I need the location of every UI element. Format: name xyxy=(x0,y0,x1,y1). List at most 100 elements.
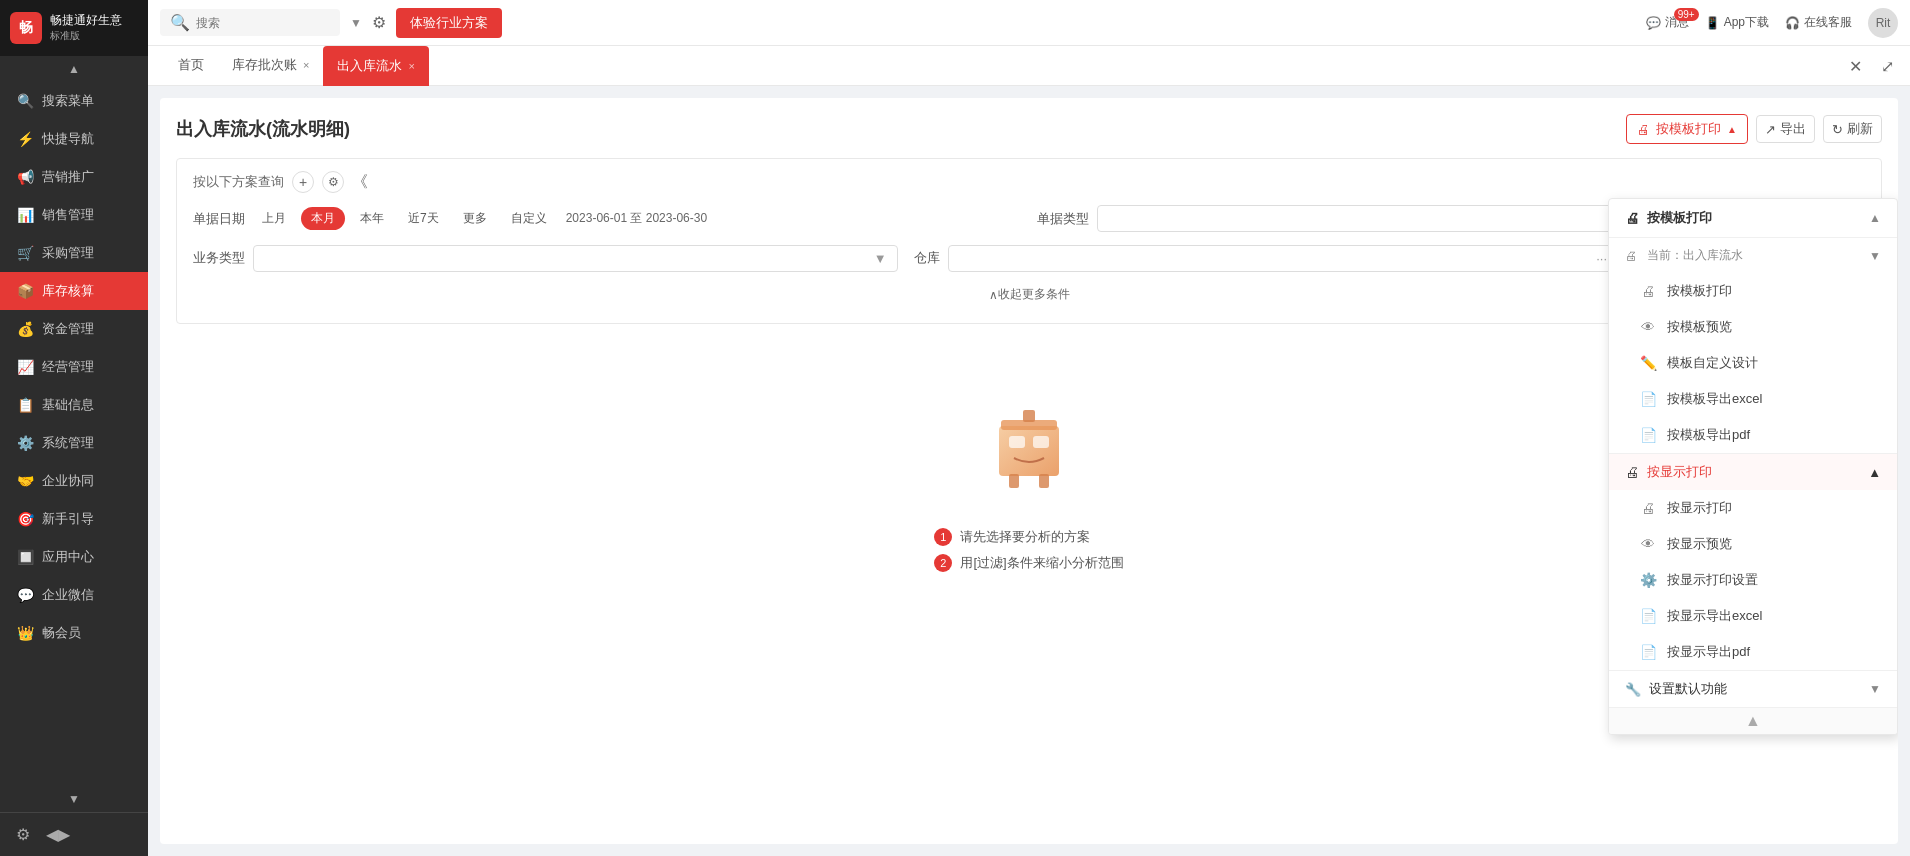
sidebar-item-system[interactable]: ⚙️ 系统管理 xyxy=(0,424,148,462)
basic-icon: 📋 xyxy=(16,396,34,414)
warehouse-select-more: ··· xyxy=(1596,251,1607,266)
sidebar-item-coop[interactable]: 🤝 企业协同 xyxy=(0,462,148,500)
sidebar-item-label: 资金管理 xyxy=(42,320,94,338)
dropdown-template-export-excel-btn[interactable]: 📄 按模板导出excel xyxy=(1609,381,1897,417)
footer-label: 设置默认功能 xyxy=(1649,680,1727,698)
date-btn-this-year[interactable]: 本年 xyxy=(351,206,393,231)
collapse-label: 收起更多条件 xyxy=(998,286,1070,303)
expand-tabs-btn[interactable]: ⤢ xyxy=(1881,56,1894,75)
topbar-search[interactable]: 🔍 xyxy=(160,9,340,36)
display-print-label: 按显示打印 xyxy=(1667,499,1732,517)
sidebar: 畅 畅捷通好生意 标准版 ▲ 🔍 搜索菜单 ⚡ 快捷导航 📢 营销推广 📊 销售… xyxy=(0,0,148,856)
dropdown-display-print-header[interactable]: 🖨 按显示打印 ▲ xyxy=(1609,454,1897,490)
pdf-icon-2: 📄 xyxy=(1639,644,1657,660)
sidebar-scroll-up[interactable]: ▲ xyxy=(68,60,80,78)
message-badge: 99+ xyxy=(1674,8,1699,21)
user-profile[interactable]: Rit xyxy=(1868,8,1898,38)
design-icon: ✏️ xyxy=(1639,355,1657,371)
sidebar-item-basic[interactable]: 📋 基础信息 xyxy=(0,386,148,424)
sidebar-item-operation[interactable]: 📈 经营管理 xyxy=(0,348,148,386)
dropdown-display-print-btn[interactable]: 🖨 按显示打印 xyxy=(1609,490,1897,526)
sidebar-item-inventory[interactable]: 📦 库存核算 xyxy=(0,272,148,310)
sidebar-item-label: 经营管理 xyxy=(42,358,94,376)
svg-rect-0 xyxy=(999,426,1059,476)
sidebar-item-finance[interactable]: 💰 资金管理 xyxy=(0,310,148,348)
app-download-btn[interactable]: 📱 App下载 xyxy=(1705,14,1769,31)
date-btn-this-month[interactable]: 本月 xyxy=(301,207,345,230)
settings-icon-2: ⚙️ xyxy=(1639,572,1657,588)
excel-icon: 📄 xyxy=(1639,391,1657,407)
dropdown-display-preview-btn[interactable]: 👁 按显示预览 xyxy=(1609,526,1897,562)
sidebar-item-label: 采购管理 xyxy=(42,244,94,262)
sidebar-scroll-down[interactable]: ▼ xyxy=(68,790,80,808)
message-icon: 💬 xyxy=(1646,16,1661,30)
settings-icon[interactable]: ⚙ xyxy=(16,825,30,844)
sidebar-item-sales[interactable]: 📊 销售管理 xyxy=(0,196,148,234)
search-input[interactable] xyxy=(196,16,316,30)
close-all-tabs-btn[interactable]: ✕ xyxy=(1849,56,1862,75)
dropdown-footer[interactable]: 🔧 设置默认功能 ▼ xyxy=(1609,670,1897,707)
dropdown-display-export-excel-btn[interactable]: 📄 按显示导出excel xyxy=(1609,598,1897,634)
date-btn-7days[interactable]: 近7天 xyxy=(399,206,448,231)
tab-inout-flow[interactable]: 出入库流水 × xyxy=(323,46,428,86)
filter-settings-btn[interactable]: ⚙ xyxy=(322,171,344,193)
sidebar-item-label: 企业微信 xyxy=(42,586,94,604)
dropdown-template-design-btn[interactable]: ✏️ 模板自定义设计 xyxy=(1609,345,1897,381)
sidebar-item-search[interactable]: 🔍 搜索菜单 xyxy=(0,82,148,120)
svg-rect-2 xyxy=(1033,436,1049,448)
date-filter: 上月 本月 本年 近7天 更多 自定义 2023-06-01 至 2023-06… xyxy=(253,206,707,231)
tab-batch-account-close[interactable]: × xyxy=(303,59,309,71)
svg-rect-1 xyxy=(1009,436,1025,448)
dropdown-display-settings-btn[interactable]: ⚙️ 按显示打印设置 xyxy=(1609,562,1897,598)
sidebar-item-label: 库存核算 xyxy=(42,282,94,300)
template-excel-label: 按模板导出excel xyxy=(1667,390,1762,408)
template-design-label: 模板自定义设计 xyxy=(1667,354,1758,372)
dropdown-template-preview-btn[interactable]: 👁 按模板预览 xyxy=(1609,309,1897,345)
sidebar-item-purchase[interactable]: 🛒 采购管理 xyxy=(0,234,148,272)
warehouse-select[interactable]: ··· xyxy=(948,245,1619,272)
dropdown-template-export-pdf-btn[interactable]: 📄 按模板导出pdf xyxy=(1609,417,1897,453)
sidebar-item-label: 基础信息 xyxy=(42,396,94,414)
refresh-btn[interactable]: ↻ 刷新 xyxy=(1823,115,1882,143)
display-excel-label: 按显示导出excel xyxy=(1667,607,1762,625)
dropdown-current-item[interactable]: 🖨 当前：出入库流水 ▼ xyxy=(1609,238,1897,273)
message-btn[interactable]: 💬 消息 99+ xyxy=(1646,14,1689,31)
sidebar-item-wechat[interactable]: 💬 企业微信 xyxy=(0,576,148,614)
filter-add-btn[interactable]: + xyxy=(292,171,314,193)
dropdown-scroll-up[interactable]: ▲ xyxy=(1609,707,1897,734)
quick-nav-icon: ⚡ xyxy=(16,130,34,148)
dropdown-display-export-pdf-btn[interactable]: 📄 按显示导出pdf xyxy=(1609,634,1897,670)
online-service-btn[interactable]: 🎧 在线客服 xyxy=(1785,14,1852,31)
sidebar-item-marketing[interactable]: 📢 营销推广 xyxy=(0,158,148,196)
business-type-field: 业务类型 ▼ xyxy=(193,245,898,272)
print-template-btn[interactable]: 🖨 按模板打印 ▲ xyxy=(1626,114,1748,144)
collapse-sidebar-icon[interactable]: ◀▶ xyxy=(46,825,70,844)
business-type-select[interactable]: ▼ xyxy=(253,245,898,272)
sidebar-item-apps[interactable]: 🔲 应用中心 xyxy=(0,538,148,576)
sidebar-item-member[interactable]: 👑 畅会员 xyxy=(0,614,148,652)
sidebar-item-guide[interactable]: 🎯 新手引导 xyxy=(0,500,148,538)
preview-icon: 👁 xyxy=(1639,319,1657,335)
tab-inout-flow-close[interactable]: × xyxy=(408,60,414,72)
export-icon: ↗ xyxy=(1765,122,1776,137)
date-btn-last-month[interactable]: 上月 xyxy=(253,206,295,231)
industry-btn[interactable]: 体验行业方案 xyxy=(396,8,502,38)
dropdown-template-print-btn[interactable]: 🖨 按模板打印 xyxy=(1609,273,1897,309)
tab-home[interactable]: 首页 xyxy=(164,46,218,86)
sidebar-item-quick-nav[interactable]: ⚡ 快捷导航 xyxy=(0,120,148,158)
sidebar-item-label: 销售管理 xyxy=(42,206,94,224)
tab-batch-account[interactable]: 库存批次账 × xyxy=(218,46,323,86)
app-subtitle: 标准版 xyxy=(50,29,122,43)
export-btn[interactable]: ↗ 导出 xyxy=(1756,115,1815,143)
current-icon: 🖨 xyxy=(1625,249,1637,263)
date-btn-more[interactable]: 更多 xyxy=(454,206,496,231)
coop-icon: 🤝 xyxy=(16,472,34,490)
dropdown-arrow-icon[interactable]: ▼ xyxy=(350,16,362,30)
settings-icon[interactable]: ⚙ xyxy=(372,13,386,32)
date-btn-custom[interactable]: 自定义 xyxy=(502,206,556,231)
filter-collapse-icon[interactable]: 《 xyxy=(352,172,368,193)
printer-icon: 🖨 xyxy=(1639,283,1657,299)
tabs-bar: 首页 库存批次账 × 出入库流水 × ✕ ⤢ xyxy=(148,46,1910,86)
empty-step-1: 1 请先选择要分析的方案 xyxy=(934,528,1123,546)
dropdown-template-print-header[interactable]: 🖨 按模板打印 ▲ xyxy=(1609,199,1897,238)
